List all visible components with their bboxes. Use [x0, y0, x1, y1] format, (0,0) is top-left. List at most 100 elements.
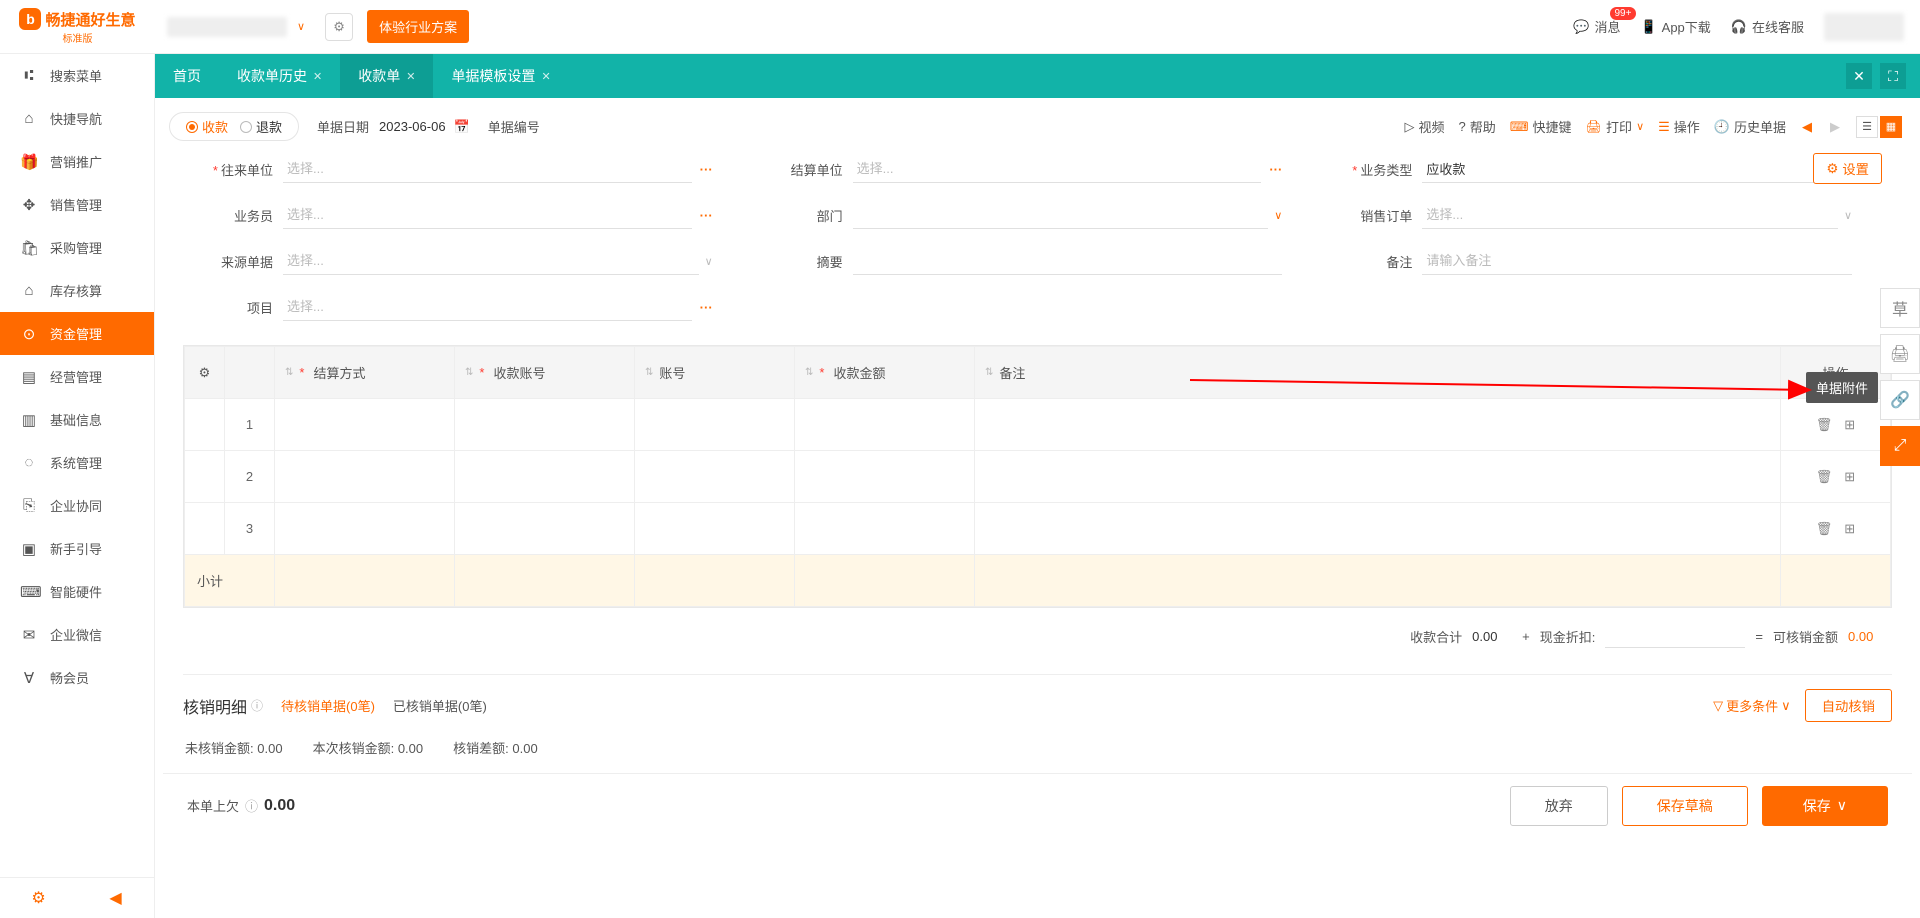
- sidebar-item-collab[interactable]: ⎘企业协同: [0, 484, 154, 527]
- save-draft-button[interactable]: 保存草稿: [1622, 786, 1748, 826]
- tabs-fullscreen-icon[interactable]: ⛶: [1880, 63, 1906, 89]
- add-row-icon[interactable]: ⊞: [1844, 469, 1855, 485]
- more-icon[interactable]: ···: [700, 300, 713, 315]
- sort-icon[interactable]: ⇅: [805, 369, 813, 377]
- tab-receipt-history[interactable]: 收款单历史✕: [219, 54, 340, 98]
- table-row[interactable]: 1🗑⊞: [185, 399, 1891, 451]
- delete-row-icon[interactable]: 🗑: [1816, 417, 1833, 433]
- delete-row-icon[interactable]: 🗑: [1816, 469, 1833, 485]
- sidebar-item-operations[interactable]: ▤经营管理: [0, 355, 154, 398]
- discard-button[interactable]: 放弃: [1510, 786, 1608, 826]
- more-icon[interactable]: ···: [700, 208, 713, 223]
- sidebar-settings-icon[interactable]: ⚙: [0, 888, 77, 908]
- verify-tab-pending[interactable]: 待核销单据(0笔): [281, 696, 375, 715]
- tab-template[interactable]: 单据模板设置✕: [433, 54, 568, 98]
- form-settings-button[interactable]: ⚙设置: [1813, 153, 1882, 184]
- shortcut-button[interactable]: ⌨快捷键: [1510, 117, 1572, 136]
- float-draft-button[interactable]: 草: [1880, 288, 1920, 328]
- close-icon[interactable]: ✕: [406, 70, 415, 83]
- chevron-down-icon[interactable]: ∨: [1274, 209, 1282, 222]
- messages-button[interactable]: 💬 消息 99+: [1573, 17, 1620, 36]
- more-icon[interactable]: ···: [700, 162, 713, 177]
- sidebar-item-hardware[interactable]: ⌨智能硬件: [0, 570, 154, 613]
- support-button[interactable]: 🎧 在线客服: [1731, 17, 1804, 36]
- sidebar-item-member[interactable]: ∀畅会员: [0, 656, 154, 699]
- app-download-button[interactable]: 📱 App下载: [1640, 17, 1710, 36]
- radio-receipt[interactable]: 收款: [186, 117, 228, 136]
- source-input[interactable]: [283, 247, 699, 275]
- sidebar-item-wechat[interactable]: ✉企业微信: [0, 613, 154, 656]
- delete-row-icon[interactable]: 🗑: [1816, 521, 1833, 537]
- discount-input[interactable]: [1605, 624, 1745, 648]
- calendar-icon[interactable]: 📅: [454, 119, 470, 135]
- add-row-icon[interactable]: ⊞: [1844, 417, 1855, 433]
- tab-home[interactable]: 首页: [155, 54, 219, 98]
- header-amount[interactable]: ⇅*收款金额: [795, 347, 975, 399]
- save-button[interactable]: 保存∨: [1762, 786, 1888, 826]
- close-icon[interactable]: ✕: [541, 70, 550, 83]
- top-settings-icon[interactable]: ⚙: [325, 13, 353, 41]
- sort-icon[interactable]: ⇅: [465, 369, 473, 377]
- trial-plan-button[interactable]: 体验行业方案: [367, 10, 469, 43]
- video-button[interactable]: ▷视频: [1404, 117, 1444, 136]
- dept-input[interactable]: [853, 201, 1269, 229]
- sidebar-item-search[interactable]: ⑆搜索菜单: [0, 54, 154, 97]
- sidebar-item-system[interactable]: ◌系统管理: [0, 441, 154, 484]
- verify-tab-done[interactable]: 已核销单据(0笔): [393, 696, 487, 715]
- table-row[interactable]: 3🗑⊞: [185, 503, 1891, 555]
- header-account[interactable]: ⇅*收款账号: [455, 347, 635, 399]
- remark-input[interactable]: [1422, 247, 1852, 275]
- next-doc-icon[interactable]: ▶: [1828, 119, 1842, 135]
- history-button[interactable]: 🕘历史单据: [1714, 117, 1786, 136]
- sort-icon[interactable]: ⇅: [285, 369, 293, 377]
- float-print-icon[interactable]: 🖨: [1880, 334, 1920, 374]
- sidebar-item-funds[interactable]: ⊙资金管理: [0, 312, 154, 355]
- sidebar-item-baseinfo[interactable]: ▥基础信息: [0, 398, 154, 441]
- view-list-icon[interactable]: ☰: [1856, 116, 1878, 138]
- more-icon[interactable]: ···: [1269, 162, 1282, 177]
- doc-date-value[interactable]: 2023-06-06: [379, 119, 446, 134]
- chevron-down-icon[interactable]: ∨: [705, 255, 713, 268]
- project-input[interactable]: [283, 293, 692, 321]
- salesperson-input[interactable]: [283, 201, 692, 229]
- more-conditions-button[interactable]: ▽更多条件∨: [1713, 696, 1791, 715]
- sort-icon[interactable]: ⇅: [985, 369, 993, 377]
- sidebar-item-quicknav[interactable]: ⌂快捷导航: [0, 97, 154, 140]
- biz-type-input[interactable]: [1422, 155, 1838, 183]
- help-icon[interactable]: ⓘ: [245, 796, 258, 815]
- close-icon[interactable]: ✕: [313, 70, 322, 83]
- view-card-icon[interactable]: ▦: [1880, 116, 1902, 138]
- operate-button[interactable]: ☰操作: [1658, 117, 1700, 136]
- sidebar-collapse-icon[interactable]: ◀: [77, 888, 154, 908]
- tab-receipt[interactable]: 收款单✕: [340, 54, 433, 98]
- header-acctno[interactable]: ⇅账号: [635, 347, 795, 399]
- radio-refund[interactable]: 退款: [240, 117, 282, 136]
- chevron-down-icon[interactable]: ∨: [1844, 209, 1852, 222]
- help-icon[interactable]: ⓘ: [251, 697, 263, 714]
- table-row[interactable]: 2🗑⊞: [185, 451, 1891, 503]
- auto-verify-button[interactable]: 自动核销: [1805, 689, 1892, 722]
- sidebar-item-guide[interactable]: ▣新手引导: [0, 527, 154, 570]
- header-settle-method[interactable]: ⇅*结算方式: [275, 347, 455, 399]
- sort-icon[interactable]: ⇅: [645, 369, 653, 377]
- add-row-icon[interactable]: ⊞: [1844, 521, 1855, 537]
- header-gear[interactable]: ⚙: [185, 347, 225, 399]
- float-attachment-icon[interactable]: 🔗: [1880, 380, 1920, 420]
- sidebar-item-marketing[interactable]: 🎁营销推广: [0, 140, 154, 183]
- settle-unit-input[interactable]: [853, 155, 1262, 183]
- sales-order-input[interactable]: [1422, 201, 1838, 229]
- header-remark[interactable]: ⇅备注: [975, 347, 1781, 399]
- org-selector[interactable]: ∨: [155, 17, 317, 37]
- help-button[interactable]: ?帮助: [1459, 117, 1496, 136]
- sidebar-item-inventory[interactable]: ⌂库存核算: [0, 269, 154, 312]
- print-button[interactable]: 🖨打印∨: [1586, 117, 1645, 136]
- sidebar-item-purchase[interactable]: 🛍采购管理: [0, 226, 154, 269]
- tabs-close-all-icon[interactable]: ✕: [1846, 63, 1872, 89]
- sum-value: 0.00: [1472, 629, 1512, 644]
- prev-doc-icon[interactable]: ◀: [1800, 119, 1814, 135]
- float-expand-icon[interactable]: ⤢: [1880, 426, 1920, 466]
- user-avatar[interactable]: [1824, 13, 1904, 41]
- summary-input[interactable]: [853, 247, 1283, 275]
- contact-unit-input[interactable]: [283, 155, 692, 183]
- sidebar-item-sales[interactable]: ✥销售管理: [0, 183, 154, 226]
